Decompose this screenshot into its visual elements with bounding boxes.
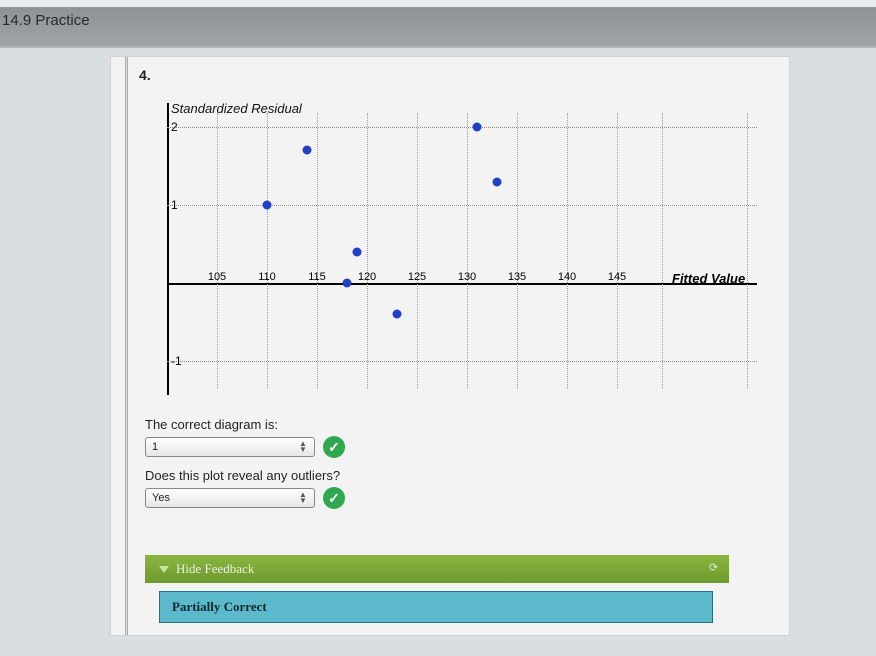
ytick-neg1: -1 bbox=[171, 354, 182, 368]
feedback-status: Partially Correct bbox=[159, 591, 713, 623]
x-axis bbox=[167, 283, 757, 285]
xtick-105: 105 bbox=[208, 271, 226, 283]
chevron-down-icon bbox=[159, 566, 169, 573]
gridline-x120 bbox=[367, 113, 368, 389]
data-point bbox=[393, 310, 402, 319]
q1-select[interactable]: 1 ▲▼ bbox=[145, 437, 315, 457]
gridline-y2 bbox=[167, 127, 757, 128]
xtick-125: 125 bbox=[408, 271, 426, 283]
xtick-115: 115 bbox=[308, 271, 326, 283]
gridline-y-1 bbox=[167, 361, 757, 362]
gridline-y1 bbox=[167, 205, 757, 206]
data-point bbox=[353, 248, 362, 257]
feedback-status-text: Partially Correct bbox=[172, 599, 267, 615]
gridline-x105 bbox=[217, 113, 218, 389]
data-point bbox=[303, 146, 312, 155]
check-icon: ✓ bbox=[323, 436, 345, 458]
q2-label: Does this plot reveal any outliers? bbox=[145, 468, 769, 483]
q2-select[interactable]: Yes ▲▼ bbox=[145, 488, 315, 508]
gridline-x-extra2 bbox=[747, 113, 748, 389]
gridline-x135 bbox=[517, 113, 518, 389]
panel-rule bbox=[125, 57, 128, 635]
xtick-120: 120 bbox=[358, 271, 376, 283]
page-background: 4. Standardized Residual 2 1 -1 10 bbox=[0, 46, 876, 656]
check-icon: ✓ bbox=[323, 487, 345, 509]
data-point bbox=[343, 279, 352, 288]
x-axis-label: Fitted Value bbox=[672, 271, 745, 286]
refresh-icon[interactable]: ⟳ bbox=[709, 561, 723, 575]
data-point bbox=[473, 123, 482, 132]
residual-scatter-chart: Standardized Residual 2 1 -1 105 110 115 bbox=[147, 95, 767, 395]
q1-label: The correct diagram is: bbox=[145, 417, 769, 432]
xtick-135: 135 bbox=[508, 271, 526, 283]
gridline-x110 bbox=[267, 113, 268, 389]
stepper-icon: ▲▼ bbox=[296, 492, 310, 504]
xtick-145: 145 bbox=[608, 271, 626, 283]
section-label: 14.9 Practice bbox=[0, 12, 90, 29]
gridline-x130 bbox=[467, 113, 468, 389]
feedback-toggle-label: Hide Feedback bbox=[176, 561, 254, 577]
q2-value: Yes bbox=[152, 492, 170, 504]
answers-block: The correct diagram is: 1 ▲▼ ✓ Does this… bbox=[145, 417, 769, 519]
y-axis-label: Standardized Residual bbox=[171, 101, 302, 116]
ytick-1: 1 bbox=[171, 198, 178, 212]
q1-value: 1 bbox=[152, 441, 158, 453]
xtick-140: 140 bbox=[558, 271, 576, 283]
gridline-x145 bbox=[617, 113, 618, 389]
gridline-x125 bbox=[417, 113, 418, 389]
ytick-2: 2 bbox=[171, 120, 178, 134]
data-point bbox=[263, 201, 272, 210]
y-axis bbox=[167, 103, 169, 395]
question-panel: 4. Standardized Residual 2 1 -1 10 bbox=[110, 56, 790, 636]
data-point bbox=[493, 178, 502, 187]
gridline-x140 bbox=[567, 113, 568, 389]
xtick-130: 130 bbox=[458, 271, 476, 283]
xtick-110: 110 bbox=[258, 271, 276, 283]
feedback-toggle[interactable]: Hide Feedback ⟳ bbox=[145, 555, 729, 583]
gridline-x115 bbox=[317, 113, 318, 389]
question-number: 4. bbox=[139, 67, 151, 83]
stepper-icon: ▲▼ bbox=[296, 441, 310, 453]
gridline-x-extra bbox=[662, 113, 663, 389]
window-top-bar bbox=[0, 0, 876, 8]
